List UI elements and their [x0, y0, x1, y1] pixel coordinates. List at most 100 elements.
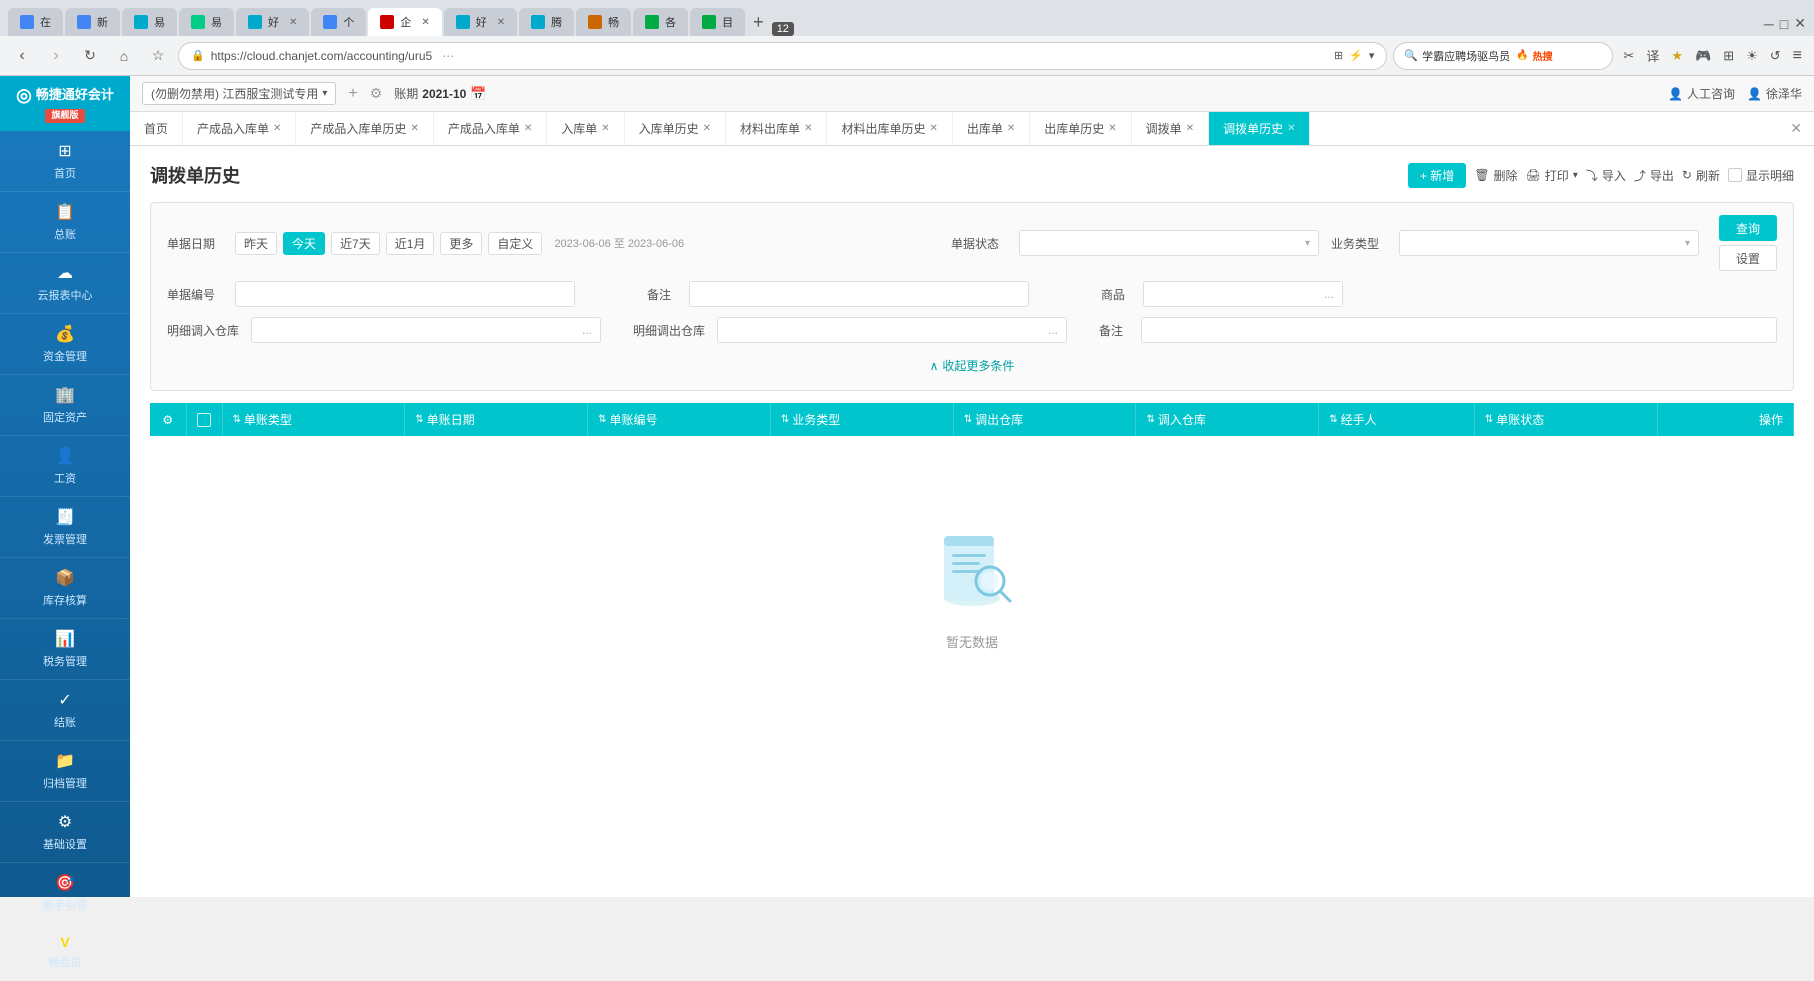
tab-close-transfer-history[interactable]: ✕	[1287, 123, 1295, 134]
tab-close-material-out[interactable]: ✕	[804, 123, 812, 134]
yesterday-btn[interactable]: 昨天	[235, 232, 277, 255]
browser-tab-8[interactable]: 好 ✕	[444, 8, 517, 36]
browser-tab-6[interactable]: 个	[311, 8, 366, 36]
show-column-toggle[interactable]: 显示明细	[1728, 167, 1794, 184]
print-button[interactable]: 🖨 打印 ▾	[1526, 167, 1578, 184]
tab-close-transfer[interactable]: ✕	[1186, 123, 1194, 134]
tab-product-in-history[interactable]: 产成品入库单历史 ✕	[296, 112, 433, 145]
sidebar-item-settings[interactable]: ⚙ 基础设置	[0, 802, 130, 863]
remark2-input[interactable]	[1141, 317, 1777, 343]
custom-btn[interactable]: 自定义	[488, 232, 542, 255]
settings-gear-icon[interactable]: ⚙	[370, 85, 383, 102]
reload-button[interactable]: ↻	[76, 42, 104, 70]
th-in-warehouse[interactable]: ⇅ 调入仓库	[1136, 403, 1319, 436]
sidebar-item-settle[interactable]: ✓ 结账	[0, 680, 130, 741]
tab-close-7[interactable]: ✕	[421, 17, 429, 28]
sidebar-item-guide[interactable]: 🎯 新手引导	[0, 863, 130, 924]
scissors-icon[interactable]: ✂	[1619, 44, 1638, 68]
tab-close-5[interactable]: ✕	[289, 17, 297, 28]
tab-material-out-history[interactable]: 材料出库单历史 ✕	[827, 112, 952, 145]
tab-close-product-in-history[interactable]: ✕	[410, 123, 418, 134]
import-button[interactable]: ⤵ 导入	[1586, 167, 1626, 184]
bill-no-input[interactable]	[235, 281, 575, 307]
detail-out-input[interactable]: ...	[717, 317, 1067, 343]
th-type[interactable]: ⇅ 单账类型	[222, 403, 405, 436]
tab-product-in2[interactable]: 产成品入库单 ✕	[434, 112, 547, 145]
maximize-button[interactable]: □	[1780, 16, 1788, 32]
sidebar-item-ledger[interactable]: 📋 总账	[0, 192, 130, 253]
extension1-icon[interactable]: ★	[1667, 44, 1687, 68]
tab-close-in-history[interactable]: ✕	[703, 123, 711, 134]
sidebar-item-capital[interactable]: 💰 资金管理	[0, 314, 130, 375]
th-status[interactable]: ⇅ 单账状态	[1474, 403, 1657, 436]
sun-icon[interactable]: ☀	[1742, 44, 1762, 68]
detail-in-input[interactable]: ...	[251, 317, 601, 343]
th-handler[interactable]: ⇅ 经手人	[1319, 403, 1475, 436]
sidebar-item-reports[interactable]: ☁ 云报表中心	[0, 253, 130, 314]
sidebar-item-home[interactable]: ⊞ 首页	[0, 131, 130, 192]
minimize-button[interactable]: ─	[1764, 16, 1774, 32]
browser-tab-10[interactable]: 畅	[576, 8, 631, 36]
service-button[interactable]: 👤 人工咨询	[1668, 85, 1735, 102]
browser-tab-3[interactable]: 易	[122, 8, 177, 36]
th-no[interactable]: ⇅ 单账编号	[588, 403, 771, 436]
th-out-warehouse[interactable]: ⇅ 调出仓库	[953, 403, 1136, 436]
browser-tab-9[interactable]: 腾	[519, 8, 574, 36]
today-btn[interactable]: 今天	[283, 232, 325, 255]
tab-material-out[interactable]: 材料出库单 ✕	[726, 112, 827, 145]
browser-tab-12[interactable]: 目	[690, 8, 745, 36]
tab-out-history[interactable]: 出库单历史 ✕	[1030, 112, 1131, 145]
translate-icon[interactable]: 译	[1642, 42, 1663, 69]
sidebar-item-salary[interactable]: 👤 工资	[0, 436, 130, 497]
tab-close-8[interactable]: ✕	[497, 17, 505, 28]
tab-close-product-in2[interactable]: ✕	[524, 123, 532, 134]
sidebar-item-tax[interactable]: 📊 税务管理	[0, 619, 130, 680]
week-btn[interactable]: 近7天	[331, 232, 380, 255]
calendar-icon[interactable]: 📅	[470, 86, 486, 102]
month-btn[interactable]: 近1月	[386, 232, 435, 255]
tab-home[interactable]: 首页	[130, 112, 183, 145]
new-button[interactable]: + 新增	[1408, 163, 1466, 188]
undo-icon[interactable]: ↺	[1766, 44, 1785, 68]
biz-type-select[interactable]: ▾	[1399, 230, 1699, 256]
add-company-button[interactable]: +	[348, 85, 357, 103]
export-button[interactable]: ⤴ 导出	[1634, 167, 1674, 184]
browser-tab-1[interactable]: 在	[8, 8, 63, 36]
tab-transfer-history[interactable]: 调拨单历史 ✕	[1209, 112, 1310, 145]
browser-tab-5[interactable]: 好 ✕	[236, 8, 309, 36]
browser-tab-11[interactable]: 各	[633, 8, 688, 36]
sidebar-item-member[interactable]: V 畅会员	[0, 924, 130, 981]
search-bar[interactable]: 🔍 学霸应聘场驱鸟员 🔥 热搜	[1393, 42, 1613, 70]
game-icon[interactable]: 🎮	[1691, 44, 1715, 68]
browser-tab-2[interactable]: 新	[65, 8, 120, 36]
collapse-button[interactable]: ∧ 收起更多条件	[930, 353, 1015, 378]
new-tab-button[interactable]: +	[747, 8, 770, 36]
close-window-button[interactable]: ✕	[1794, 15, 1806, 32]
tab-close-in-bill[interactable]: ✕	[601, 123, 609, 134]
back-button[interactable]: ‹	[8, 42, 36, 70]
sidebar-item-inventory[interactable]: 📦 库存核算	[0, 558, 130, 619]
th-gear[interactable]: ⚙	[150, 403, 186, 436]
sidebar-item-assets[interactable]: 🏢 固定资产	[0, 375, 130, 436]
more-btn[interactable]: 更多	[440, 232, 482, 255]
tab-close-material-out-history[interactable]: ✕	[929, 123, 937, 134]
th-checkbox[interactable]	[186, 403, 222, 436]
query-button[interactable]: 查询	[1719, 215, 1777, 241]
user-button[interactable]: 👤 徐泽华	[1747, 85, 1802, 102]
tab-close-product-in[interactable]: ✕	[273, 123, 281, 134]
delete-button[interactable]: 🗑 删除	[1474, 167, 1517, 184]
sidebar-item-invoice[interactable]: 🧾 发票管理	[0, 497, 130, 558]
grid-icon[interactable]: ⊞	[1719, 44, 1738, 68]
refresh-button[interactable]: ↻ 刷新	[1682, 167, 1720, 184]
menu-icon[interactable]: ≡	[1789, 43, 1806, 69]
remark-input[interactable]	[689, 281, 1029, 307]
th-date[interactable]: ⇅ 单账日期	[405, 403, 588, 436]
tab-transfer[interactable]: 调拨单 ✕	[1132, 112, 1209, 145]
address-bar[interactable]: 🔒 https://cloud.chanjet.com/accounting/u…	[178, 42, 1387, 70]
company-selector[interactable]: (勿删勿禁用) 江西服宝测试专用 ▾	[142, 82, 336, 105]
tab-close-out-bill[interactable]: ✕	[1007, 123, 1015, 134]
browser-tab-7[interactable]: 企 ✕	[368, 8, 441, 36]
bookmark-button[interactable]: ☆	[144, 42, 172, 70]
forward-button[interactable]: ›	[42, 42, 70, 70]
home-button[interactable]: ⌂	[110, 42, 138, 70]
